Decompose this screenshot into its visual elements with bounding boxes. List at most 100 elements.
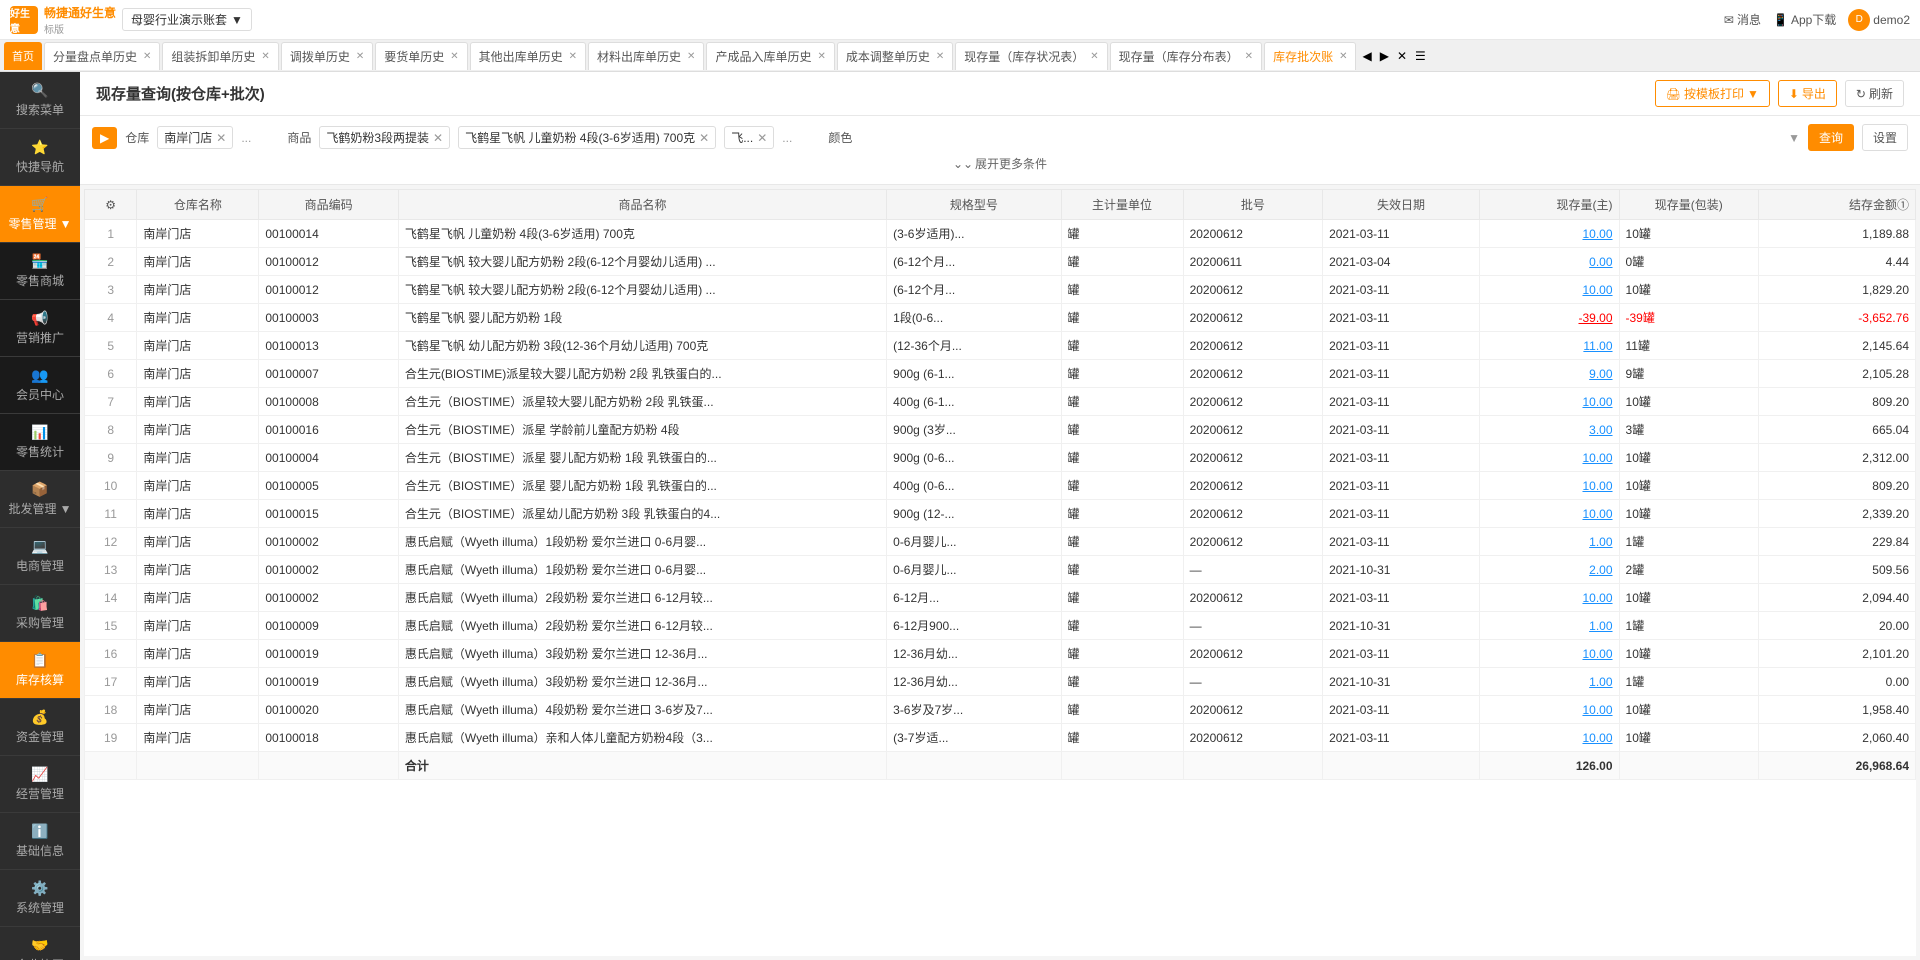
tab-chengben[interactable]: 成本调整单历史 ✕	[837, 42, 953, 70]
close-icon[interactable]: ✕	[817, 51, 825, 62]
cell-stock-main[interactable]: 10.00	[1480, 276, 1620, 304]
close-icon[interactable]: ✕	[1339, 51, 1347, 62]
sidebar-item-ecom[interactable]: 💻 电商管理	[0, 528, 80, 585]
close-icon[interactable]: ✕	[699, 131, 709, 145]
group-icon: 👥	[4, 367, 76, 384]
cell-stock-main[interactable]: 10.00	[1480, 696, 1620, 724]
warehouse-dots[interactable]: ...	[241, 131, 251, 145]
close-icon[interactable]: ✕	[936, 51, 944, 62]
sidebar-item-operation[interactable]: 📈 经营管理	[0, 756, 80, 813]
tab-diaobo[interactable]: 调拨单历史 ✕	[281, 42, 373, 70]
cell-stock-main[interactable]: 10.00	[1480, 724, 1620, 752]
cell-name: 合生元（BIOSTIME）派星较大婴儿配方奶粉 2段 乳铁蛋...	[398, 388, 886, 416]
cell-stock-main[interactable]: 11.00	[1480, 332, 1620, 360]
cell-balance: 0.00	[1759, 668, 1916, 696]
cell-stock-main[interactable]: 0.00	[1480, 248, 1620, 276]
product-dots[interactable]: ...	[782, 131, 792, 145]
close-icon[interactable]: ✕	[687, 51, 695, 62]
close-icon[interactable]: ✕	[757, 131, 767, 145]
sidebar-item-inventory[interactable]: 📋 库存核算	[0, 642, 80, 699]
close-icon[interactable]: ✕	[433, 131, 443, 145]
expand-more-btn[interactable]: ⌄⌄ 展开更多条件	[92, 151, 1908, 176]
cell-stock-main[interactable]: 3.00	[1480, 416, 1620, 444]
cell-stock-main[interactable]: 10.00	[1480, 584, 1620, 612]
cell-stock-main[interactable]: 10.00	[1480, 500, 1620, 528]
summary-empty	[887, 752, 1061, 780]
sidebar-item-wholesale[interactable]: 📦 批发管理 ▼	[0, 471, 80, 528]
cell-stock-main[interactable]: 10.00	[1480, 388, 1620, 416]
box-icon: 📦	[4, 481, 76, 498]
product-tag-3[interactable]: 飞... ✕	[724, 126, 774, 149]
tab-yaohuo[interactable]: 要货单历史 ✕	[375, 42, 467, 70]
query-btn[interactable]: 查询	[1808, 124, 1854, 151]
cell-expire: 2021-10-31	[1323, 668, 1480, 696]
tab-chengpin[interactable]: 产成品入库单历史 ✕	[706, 42, 834, 70]
sidebar-item-finance[interactable]: 💰 资金管理	[0, 699, 80, 756]
sidebar-item-collab[interactable]: 🤝 企业协同	[0, 927, 80, 960]
cell-stock-main[interactable]: 2.00	[1480, 556, 1620, 584]
close-icon[interactable]: ✕	[216, 131, 226, 145]
cell-stock-main[interactable]: 10.00	[1480, 444, 1620, 472]
tab-kucun-status[interactable]: 现存量（库存状况表） ✕	[955, 42, 1107, 70]
close-icon[interactable]: ✕	[569, 51, 577, 62]
tab-prev[interactable]: ◀	[1358, 49, 1375, 63]
sidebar-item-search[interactable]: 🔍 搜索菜单	[0, 72, 80, 129]
product-label: 商品	[287, 129, 311, 146]
cell-batch: 20200612	[1183, 724, 1323, 752]
close-icon[interactable]: ✕	[1245, 51, 1253, 62]
tab-menu[interactable]: ☰	[1411, 49, 1430, 63]
tab-kucun-batch[interactable]: 库存批次账 ✕	[1264, 42, 1356, 70]
tab-close-all[interactable]: ✕	[1393, 49, 1411, 63]
close-icon[interactable]: ✕	[450, 51, 458, 62]
cell-expire: 2021-03-11	[1323, 360, 1480, 388]
sidebar-item-nav[interactable]: ⭐ 快捷导航	[0, 129, 80, 186]
cell-code: 00100007	[259, 360, 399, 388]
sidebar-item-marketing[interactable]: 📢 营销推广	[0, 300, 80, 357]
cell-stock-main[interactable]: 9.00	[1480, 360, 1620, 388]
product-tag-2[interactable]: 飞鹤星飞帆 儿童奶粉 4段(3-6岁适用) 700克 ✕	[458, 126, 716, 149]
summary-empty	[85, 752, 137, 780]
tab-cailiao[interactable]: 材料出库单历史 ✕	[588, 42, 704, 70]
tab-zuzhuan[interactable]: 组装拆卸单历史 ✕	[162, 42, 278, 70]
close-icon[interactable]: ✕	[261, 51, 269, 62]
cell-stock-main[interactable]: 10.00	[1480, 220, 1620, 248]
cell-unit: 罐	[1061, 388, 1183, 416]
tab-kucun-dist[interactable]: 现存量（库存分布表） ✕	[1110, 42, 1262, 70]
tab-qita[interactable]: 其他出库单历史 ✕	[470, 42, 586, 70]
user-avatar[interactable]: D demo2	[1848, 9, 1910, 31]
close-icon[interactable]: ✕	[143, 51, 151, 62]
cell-stock-main[interactable]: 10.00	[1480, 640, 1620, 668]
table-row: 4 南岸门店 00100003 飞鹤星飞帆 婴儿配方奶粉 1段 1段(0-6..…	[85, 304, 1916, 332]
cell-stock-main[interactable]: 1.00	[1480, 668, 1620, 696]
sidebar-item-member[interactable]: 👥 会员中心	[0, 357, 80, 414]
tab-fenpan[interactable]: 分量盘点单历史 ✕	[44, 42, 160, 70]
print-btn[interactable]: 🖨 按模板打印 ▼	[1655, 80, 1770, 107]
cell-expire: 2021-03-11	[1323, 528, 1480, 556]
tab-home[interactable]: 首页	[4, 42, 42, 70]
refresh-btn[interactable]: ↻ 刷新	[1845, 80, 1904, 107]
sidebar-item-retail[interactable]: 🛒 零售管理 ▼	[0, 186, 80, 243]
export-btn[interactable]: ⬇ 导出	[1778, 80, 1837, 107]
warehouse-tag[interactable]: 南岸门店 ✕	[157, 126, 233, 149]
message-btn[interactable]: ✉ 消息	[1724, 11, 1761, 28]
col-settings[interactable]: ⚙	[85, 190, 137, 220]
industry-select[interactable]: 母婴行业演示账套 ▼	[122, 8, 252, 31]
product-tag-1[interactable]: 飞鹤奶粉3段两提装 ✕	[319, 126, 450, 149]
close-icon[interactable]: ✕	[1090, 51, 1098, 62]
sidebar-item-store[interactable]: 🏪 零售商城	[0, 243, 80, 300]
cell-stock-main[interactable]: 1.00	[1480, 612, 1620, 640]
main-layout: 🔍 搜索菜单 ⭐ 快捷导航 🛒 零售管理 ▼ 🏪 零售商城 📢 营销推广 👥 会…	[0, 72, 1920, 960]
close-icon[interactable]: ✕	[356, 51, 364, 62]
expand-btn[interactable]: ▶	[92, 127, 117, 149]
sidebar-item-stats[interactable]: 📊 零售统计	[0, 414, 80, 471]
cell-stock-main[interactable]: -39.00	[1480, 304, 1620, 332]
cell-stock-main[interactable]: 1.00	[1480, 528, 1620, 556]
tab-next[interactable]: ▶	[1376, 49, 1393, 63]
settings-btn[interactable]: 设置	[1862, 124, 1908, 151]
sidebar-item-system[interactable]: ⚙️ 系统管理	[0, 870, 80, 927]
sidebar-item-purchase[interactable]: 🛍️ 采购管理	[0, 585, 80, 642]
app-download-btn[interactable]: 📱 App下载	[1773, 11, 1836, 28]
sidebar-item-basic[interactable]: ℹ️ 基础信息	[0, 813, 80, 870]
cell-warehouse: 南岸门店	[137, 304, 259, 332]
cell-stock-main[interactable]: 10.00	[1480, 472, 1620, 500]
